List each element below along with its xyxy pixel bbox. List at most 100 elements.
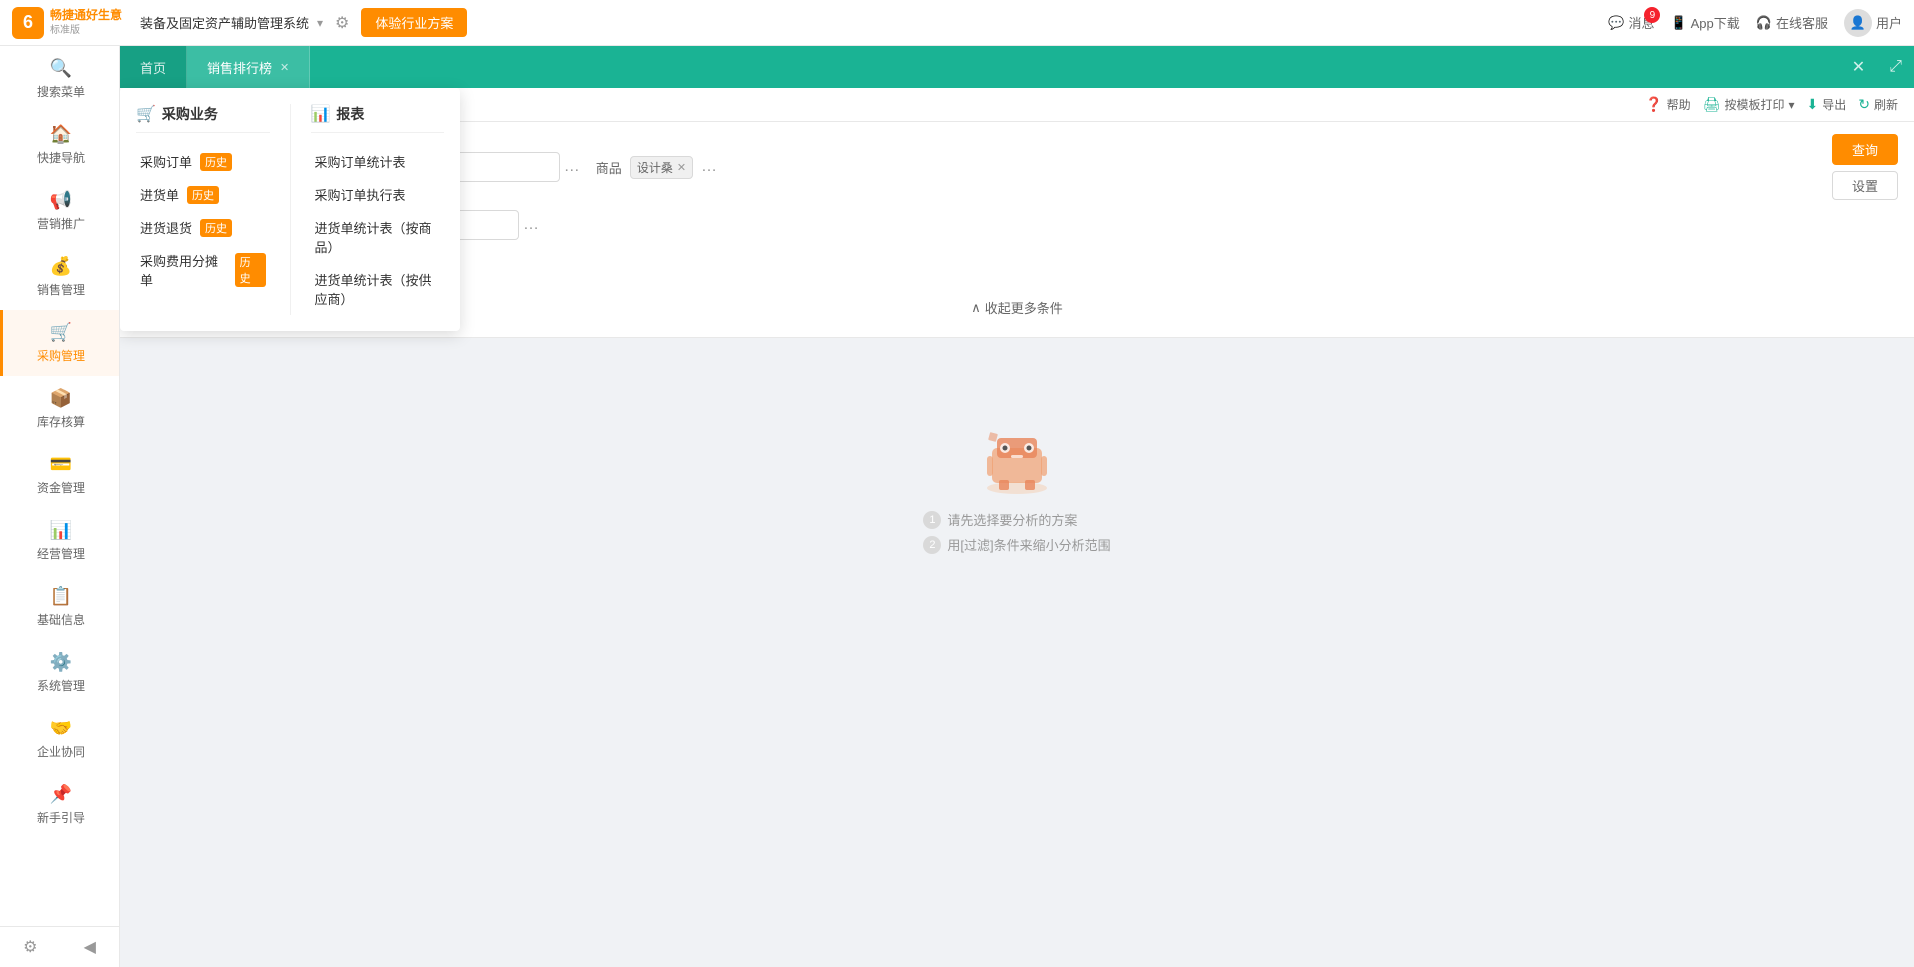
tab-bar: 首页 销售排行榜 ✕ ✕ ⤢ 🛒 采购业务 采购订单 历史 <box>120 46 1914 88</box>
sidebar-item-operation[interactable]: 📊 经营管理 <box>0 508 119 574</box>
filter-actions: 查询 设置 <box>1832 134 1898 200</box>
sidebar-item-guide[interactable]: 📌 新手引导 <box>0 772 119 838</box>
salesperson-ellipsis[interactable]: … <box>523 216 539 234</box>
logo-icon: 6 <box>12 7 44 39</box>
sidebar-label-quick-nav: 快捷导航 <box>37 149 85 166</box>
menu-item-purchase-order[interactable]: 采购订单 历史 <box>136 145 270 178</box>
system-settings-icon[interactable]: ⚙ <box>335 13 349 33</box>
product-tag-value: 设计桑 <box>637 159 673 176</box>
help-btn[interactable]: ❓ 帮助 <box>1645 96 1690 113</box>
print-btn[interactable]: 🖨 按模板打印 ▾ <box>1703 96 1795 113</box>
search-icon: 🔍 <box>50 58 72 79</box>
settings-button[interactable]: 设置 <box>1832 171 1898 200</box>
app-download-item[interactable]: 📱 App下载 <box>1670 13 1739 32</box>
system-title: 装备及固定资产辅助管理系统 <box>140 13 309 32</box>
sidebar-item-search[interactable]: 🔍 搜索菜单 <box>0 46 119 112</box>
menu-item-expense-label: 采购费用分摊单 <box>140 251 227 289</box>
sidebar-label-basic-info: 基础信息 <box>37 611 85 628</box>
export-icon: ⬇ <box>1807 96 1819 113</box>
menu-item-expense[interactable]: 采购费用分摊单 历史 <box>136 244 270 296</box>
tip-text-2: 用[过滤]条件来缩小分析范围 <box>947 535 1110 554</box>
sidebar-item-sales[interactable]: 💰 销售管理 <box>0 244 119 310</box>
menu-item-inbound-label: 进货单 <box>140 185 179 204</box>
query-button[interactable]: 查询 <box>1832 134 1898 165</box>
online-service-item[interactable]: 🎧 在线客服 <box>1756 13 1828 32</box>
tip-num-2: 2 <box>923 536 941 554</box>
tab-maximize-icon[interactable]: ⤢ <box>1877 58 1914 76</box>
tab-home-label: 首页 <box>140 58 166 77</box>
notification-icon: 💬 <box>1608 15 1624 31</box>
menu-item-order-exec-label: 采购订单执行表 <box>315 185 406 204</box>
empty-tip-1: 1 请先选择要分析的方案 <box>923 510 1110 529</box>
brand-name: 畅捷通好生意 <box>50 8 122 24</box>
menu-item-order-exec[interactable]: 采购订单执行表 <box>311 178 445 211</box>
menu-item-order-stats[interactable]: 采购订单统计表 <box>311 145 445 178</box>
sidebar-label-system: 系统管理 <box>37 677 85 694</box>
report-menu-header: 📊 报表 <box>311 104 445 133</box>
industry-button[interactable]: 体验行业方案 <box>361 8 467 37</box>
notification-item[interactable]: 💬 消息 9 <box>1608 13 1654 32</box>
empty-state: 1 请先选择要分析的方案 2 用[过滤]条件来缩小分析范围 <box>120 338 1914 634</box>
sidebar-label-inventory: 库存核算 <box>37 413 85 430</box>
tab-close-icon[interactable]: ✕ <box>280 61 289 74</box>
top-header: 6 畅捷通好生意 标准版 装备及固定资产辅助管理系统 ▾ ⚙ 体验行业方案 💬 … <box>0 0 1914 46</box>
sidebar-item-basic-info[interactable]: 📋 基础信息 <box>0 574 119 640</box>
menu-separator <box>290 104 291 315</box>
tab-close-all-icon[interactable]: ✕ <box>1840 57 1877 77</box>
sidebar-item-marketing[interactable]: 📢 营销推广 <box>0 178 119 244</box>
print-label: 按模板打印 <box>1724 96 1784 113</box>
user-avatar: 👤 <box>1844 9 1872 37</box>
menu-item-purchase-inbound[interactable]: 进货单 历史 <box>136 178 270 211</box>
version-label: 标准版 <box>50 24 122 37</box>
sales-icon: 💰 <box>50 256 72 277</box>
phone-icon: 📱 <box>1670 15 1686 31</box>
menu-item-inbound-stats-product[interactable]: 进货单统计表（按商品） <box>311 211 445 263</box>
export-btn[interactable]: ⬇ 导出 <box>1807 96 1847 113</box>
refresh-btn[interactable]: ↻ 刷新 <box>1858 96 1898 113</box>
sidebar-settings-icon[interactable]: ⚙ <box>23 937 37 957</box>
help-label: 帮助 <box>1667 96 1691 113</box>
empty-tips: 1 请先选择要分析的方案 2 用[过滤]条件来缩小分析范围 <box>923 510 1110 554</box>
product-tag-close[interactable]: ✕ <box>677 161 686 174</box>
sidebar-item-capital[interactable]: 💳 资金管理 <box>0 442 119 508</box>
sidebar-item-system[interactable]: ⚙️ 系统管理 <box>0 640 119 706</box>
return-badge: 历史 <box>200 219 232 237</box>
sidebar-collapse-icon[interactable]: ◀ <box>84 937 96 957</box>
purchase-menu-icon: 🛒 <box>136 104 156 124</box>
app-download-label: App下载 <box>1691 13 1740 32</box>
menu-item-return[interactable]: 进货退货 历史 <box>136 211 270 244</box>
system-dropdown-arrow[interactable]: ▾ <box>317 16 323 30</box>
headset-icon: 🎧 <box>1756 15 1772 31</box>
main-layout: 🔍 搜索菜单 🏠 快捷导航 📢 营销推广 💰 销售管理 🛒 采购管理 📦 库存核… <box>0 46 1914 967</box>
sidebar-label-marketing: 营销推广 <box>37 215 85 232</box>
purchase-menu-column: 🛒 采购业务 采购订单 历史 进货单 历史 进货退货 历史 <box>136 104 270 315</box>
sidebar-label-operation: 经营管理 <box>37 545 85 562</box>
header-right: 💬 消息 9 📱 App下载 🎧 在线客服 👤 用户 <box>1608 9 1902 37</box>
tip-num-1: 1 <box>923 511 941 529</box>
purchase-menu-title: 采购业务 <box>162 104 218 124</box>
menu-item-return-label: 进货退货 <box>140 218 192 237</box>
user-item[interactable]: 👤 用户 <box>1844 9 1902 37</box>
voucher-status-ellipsis[interactable]: … <box>564 158 580 176</box>
menu-item-inbound-stats-supplier[interactable]: 进货单统计表（按供应商） <box>311 263 445 315</box>
tab-sales-rank[interactable]: 销售排行榜 ✕ <box>187 46 310 88</box>
collapse-label: 收起更多条件 <box>985 298 1063 317</box>
export-label: 导出 <box>1822 96 1846 113</box>
notification-badge: 9 <box>1644 7 1660 23</box>
report-menu-icon: 📊 <box>311 104 331 124</box>
menu-item-inbound-stats-product-label: 进货单统计表（按商品） <box>315 218 441 256</box>
sidebar-label-search: 搜索菜单 <box>37 83 85 100</box>
inventory-icon: 📦 <box>50 388 72 409</box>
expense-badge: 历史 <box>235 253 266 287</box>
print-dropdown-icon[interactable]: ▾ <box>1788 98 1794 112</box>
empty-state-icon <box>967 418 1067 498</box>
sidebar-item-inventory[interactable]: 📦 库存核算 <box>0 376 119 442</box>
sidebar-item-quick-nav[interactable]: 🏠 快捷导航 <box>0 112 119 178</box>
product-label: 商品 <box>596 158 622 177</box>
refresh-icon: ↻ <box>1858 96 1870 113</box>
product-ellipsis[interactable]: … <box>701 158 717 176</box>
sidebar-label-sales: 销售管理 <box>37 281 85 298</box>
sidebar-item-cooperation[interactable]: 🤝 企业协同 <box>0 706 119 772</box>
tab-home[interactable]: 首页 <box>120 46 187 88</box>
sidebar-item-purchase[interactable]: 🛒 采购管理 <box>0 310 119 376</box>
